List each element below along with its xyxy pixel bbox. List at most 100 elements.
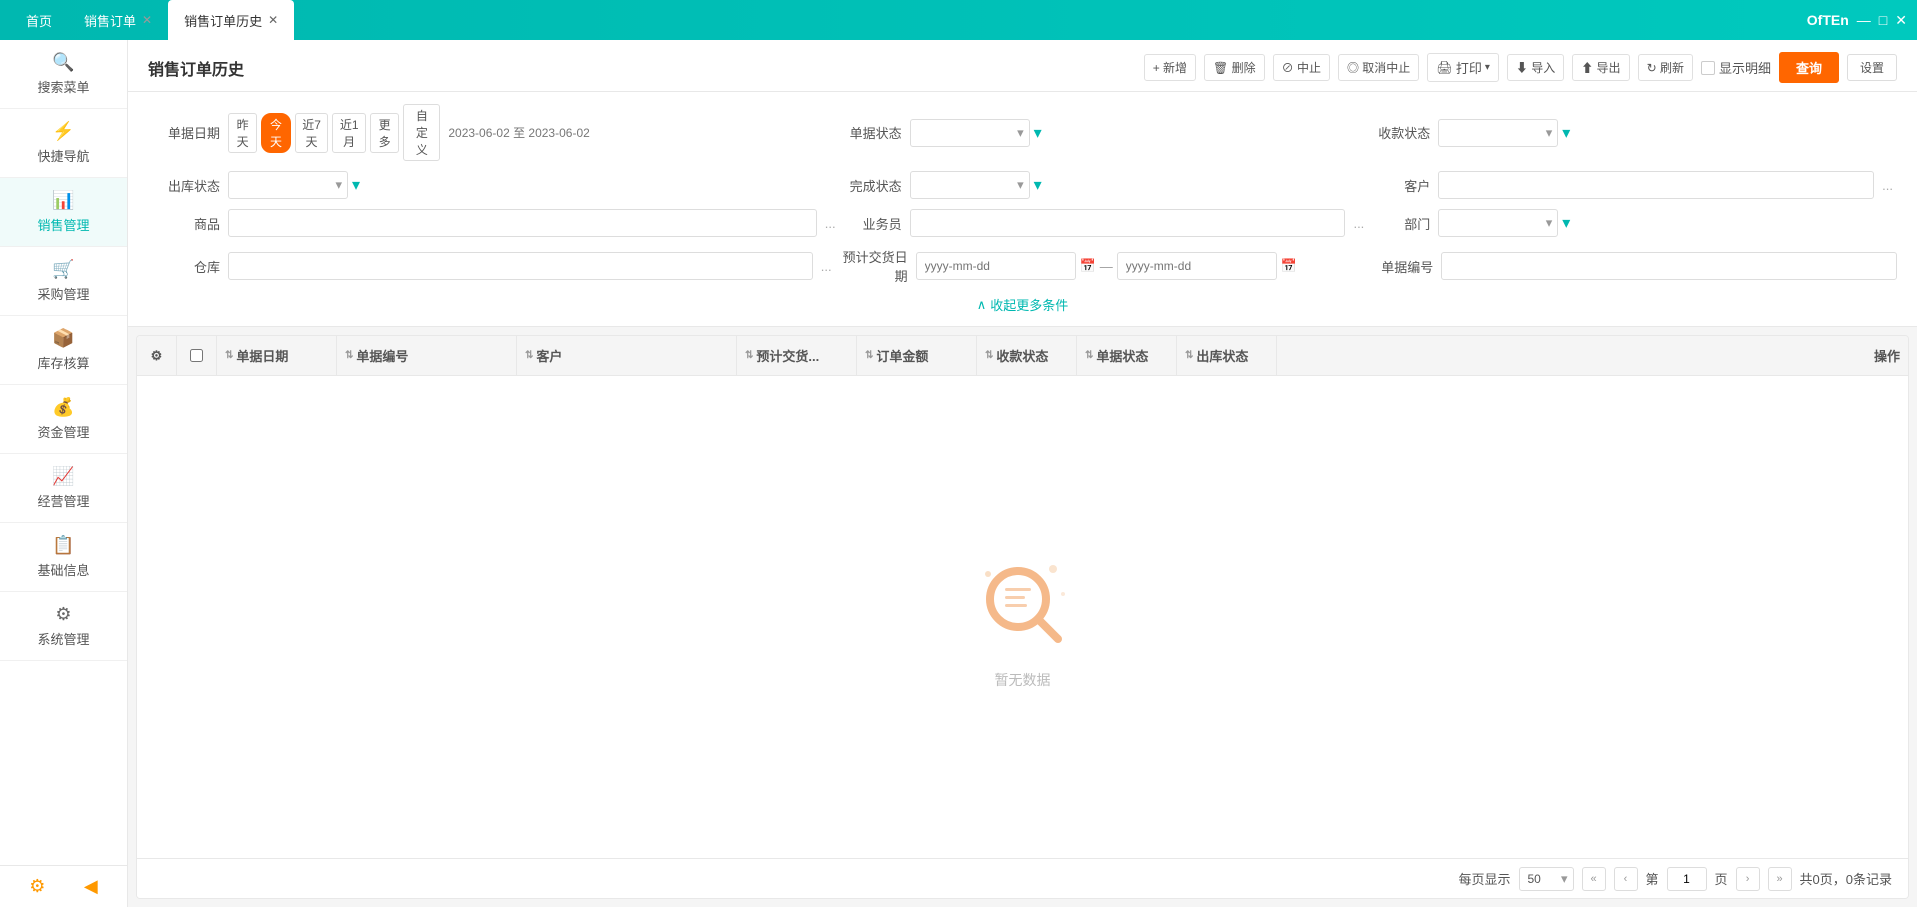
customer-more-btn[interactable]: ... xyxy=(1878,178,1897,193)
sidebar-item-sales[interactable]: 📊 销售管理 xyxy=(0,178,127,247)
top-bar: 首页 销售订单 ✕ 销售订单历史 ✕ OfTEn — □ ✕ xyxy=(0,0,1917,40)
close-button[interactable]: ✕ xyxy=(1895,12,1907,29)
delete-button[interactable]: 🗑 删除 xyxy=(1204,54,1265,81)
empty-state: 暂无数据 xyxy=(137,376,1908,858)
tab-sales-history-close[interactable]: ✕ xyxy=(268,13,278,27)
dept-select[interactable] xyxy=(1438,209,1558,237)
sidebar-bottom: ⚙ ◀ xyxy=(0,865,127,907)
sidebar-item-quick-nav-label: 快捷导航 xyxy=(37,146,89,165)
sidebar-item-finance[interactable]: 💰 资金管理 xyxy=(0,385,127,454)
print-button[interactable]: 🖨 打印 ▾ xyxy=(1427,53,1499,82)
next-page-button[interactable]: › xyxy=(1736,867,1760,891)
calendar-end-icon[interactable]: 📅 xyxy=(1281,258,1297,274)
page-header: 销售订单历史 + 新增 🗑 删除 ⊘ 中止 ◎ 取消中止 🖨 打印 ▾ ⬇ 导入… xyxy=(128,40,1917,92)
th-collect: ⇅ 收款状态 xyxy=(977,336,1077,375)
collapse-row[interactable]: ∧ 收起更多条件 xyxy=(148,295,1897,314)
th-docno-sort-icon[interactable]: ⇅ xyxy=(345,350,353,361)
select-all-checkbox[interactable] xyxy=(190,349,203,362)
sidebar-collapse-icon[interactable]: ◀ xyxy=(84,876,98,897)
th-docstatus-sort-icon[interactable]: ⇅ xyxy=(1085,350,1093,361)
th-docstatus-label: 单据状态 xyxy=(1096,346,1148,365)
delivery-date-start[interactable] xyxy=(916,252,1076,280)
th-outstatus-sort-icon[interactable]: ⇅ xyxy=(1185,350,1193,361)
empty-text: 暂无数据 xyxy=(995,670,1051,690)
doc-no-label: 单据编号 xyxy=(1371,257,1441,276)
stop-button[interactable]: ⊘ 中止 xyxy=(1273,54,1330,81)
th-amount-sort-icon[interactable]: ⇅ xyxy=(865,350,873,361)
tab-home-label: 首页 xyxy=(26,11,52,30)
th-docno-label: 单据编号 xyxy=(356,346,408,365)
show-detail-checkbox[interactable] xyxy=(1701,61,1715,75)
out-status-select[interactable] xyxy=(228,171,348,199)
tab-sales-order-close[interactable]: ✕ xyxy=(142,13,152,27)
salesman-label: 业务员 xyxy=(840,214,910,233)
sidebar-item-inventory[interactable]: 📦 库存核算 xyxy=(0,316,127,385)
warehouse-more-btn[interactable]: ... xyxy=(817,259,836,274)
th-action-label: 操作 xyxy=(1874,346,1900,365)
new-button[interactable]: + 新增 xyxy=(1144,54,1196,81)
salesman-input[interactable] xyxy=(910,209,1346,237)
print-label: 打印 xyxy=(1456,58,1482,77)
sidebar-item-purchase[interactable]: 🛒 采购管理 xyxy=(0,247,127,316)
main-layout: 🔍 搜索菜单 ⚡ 快捷导航 📊 销售管理 🛒 采购管理 📦 库存核算 💰 资金管… xyxy=(0,40,1917,907)
doc-status-select[interactable] xyxy=(910,119,1030,147)
tab-sales-order[interactable]: 销售订单 ✕ xyxy=(68,0,168,40)
delivery-date-end[interactable] xyxy=(1117,252,1277,280)
collect-status-select[interactable] xyxy=(1438,119,1558,147)
doc-status-dropdown-icon: ▾ xyxy=(1034,123,1042,143)
th-delivery: ⇅ 预计交货... xyxy=(737,336,857,375)
last-page-button[interactable]: » xyxy=(1768,867,1792,891)
doc-no-input[interactable] xyxy=(1441,252,1897,280)
complete-status-select[interactable] xyxy=(910,171,1030,199)
dept-dropdown-icon: ▾ xyxy=(1562,213,1570,233)
salesman-more-btn[interactable]: ... xyxy=(1349,216,1368,231)
th-date-sort-icon[interactable]: ⇅ xyxy=(225,350,233,361)
th-collect-sort-icon[interactable]: ⇅ xyxy=(985,350,993,361)
th-settings[interactable]: ⚙ xyxy=(137,336,177,375)
doc-no-control xyxy=(1441,252,1897,280)
query-button[interactable]: 查询 xyxy=(1779,52,1839,83)
goods-input[interactable] xyxy=(228,209,817,237)
sidebar-settings-icon[interactable]: ⚙ xyxy=(29,876,45,897)
date-yesterday[interactable]: 昨天 xyxy=(228,113,257,153)
date-more[interactable]: 更多 xyxy=(370,113,399,153)
goods-more-btn[interactable]: ... xyxy=(821,216,840,231)
customer-input[interactable] xyxy=(1438,171,1874,199)
cancel-stop-button[interactable]: ◎ 取消中止 xyxy=(1338,54,1419,81)
quick-nav-icon: ⚡ xyxy=(52,121,74,142)
sidebar-item-quick-nav[interactable]: ⚡ 快捷导航 xyxy=(0,109,127,178)
sidebar-item-search[interactable]: 🔍 搜索菜单 xyxy=(0,40,127,109)
date-1month[interactable]: 近1月 xyxy=(332,113,366,153)
date-custom[interactable]: 自定义 xyxy=(403,104,440,161)
out-status-control: ▾ xyxy=(228,171,840,199)
page-input[interactable] xyxy=(1667,867,1707,891)
tab-home[interactable]: 首页 xyxy=(10,0,68,40)
per-page-select[interactable]: 50 100 xyxy=(1519,867,1574,891)
date-separator: — xyxy=(1100,259,1113,274)
maximize-button[interactable]: □ xyxy=(1879,12,1887,28)
sidebar-item-sales-label: 销售管理 xyxy=(37,215,89,234)
import-button[interactable]: ⬇ 导入 xyxy=(1507,54,1564,81)
th-delivery-sort-icon[interactable]: ⇅ xyxy=(745,350,753,361)
warehouse-input[interactable] xyxy=(228,252,813,280)
sidebar-item-basic-info[interactable]: 📋 基础信息 xyxy=(0,523,127,592)
refresh-button[interactable]: ↻ 刷新 xyxy=(1638,54,1693,81)
filter-row-2: 出库状态 ▾ 完成状态 ▾ xyxy=(148,171,1897,199)
th-action: 操作 xyxy=(1277,336,1908,375)
date-today[interactable]: 今天 xyxy=(261,113,290,153)
sidebar-item-operations[interactable]: 📈 经营管理 xyxy=(0,454,127,523)
sidebar-item-system[interactable]: ⚙ 系统管理 xyxy=(0,592,127,661)
th-checkbox[interactable] xyxy=(177,336,217,375)
export-button[interactable]: ⬆ 导出 xyxy=(1572,54,1629,81)
calendar-start-icon[interactable]: 📅 xyxy=(1080,258,1096,274)
date-7days[interactable]: 近7天 xyxy=(295,113,329,153)
tab-sales-history[interactable]: 销售订单历史 ✕ xyxy=(168,0,294,40)
minimize-button[interactable]: — xyxy=(1857,12,1871,28)
prev-page-button[interactable]: ‹ xyxy=(1614,867,1638,891)
settings-button[interactable]: 设置 xyxy=(1847,54,1897,81)
th-customer-sort-icon[interactable]: ⇅ xyxy=(525,350,533,361)
finance-icon: 💰 xyxy=(52,397,74,418)
first-page-button[interactable]: « xyxy=(1582,867,1606,891)
total-label: 共0页，0条记录 xyxy=(1800,869,1892,888)
basic-info-icon: 📋 xyxy=(52,535,74,556)
